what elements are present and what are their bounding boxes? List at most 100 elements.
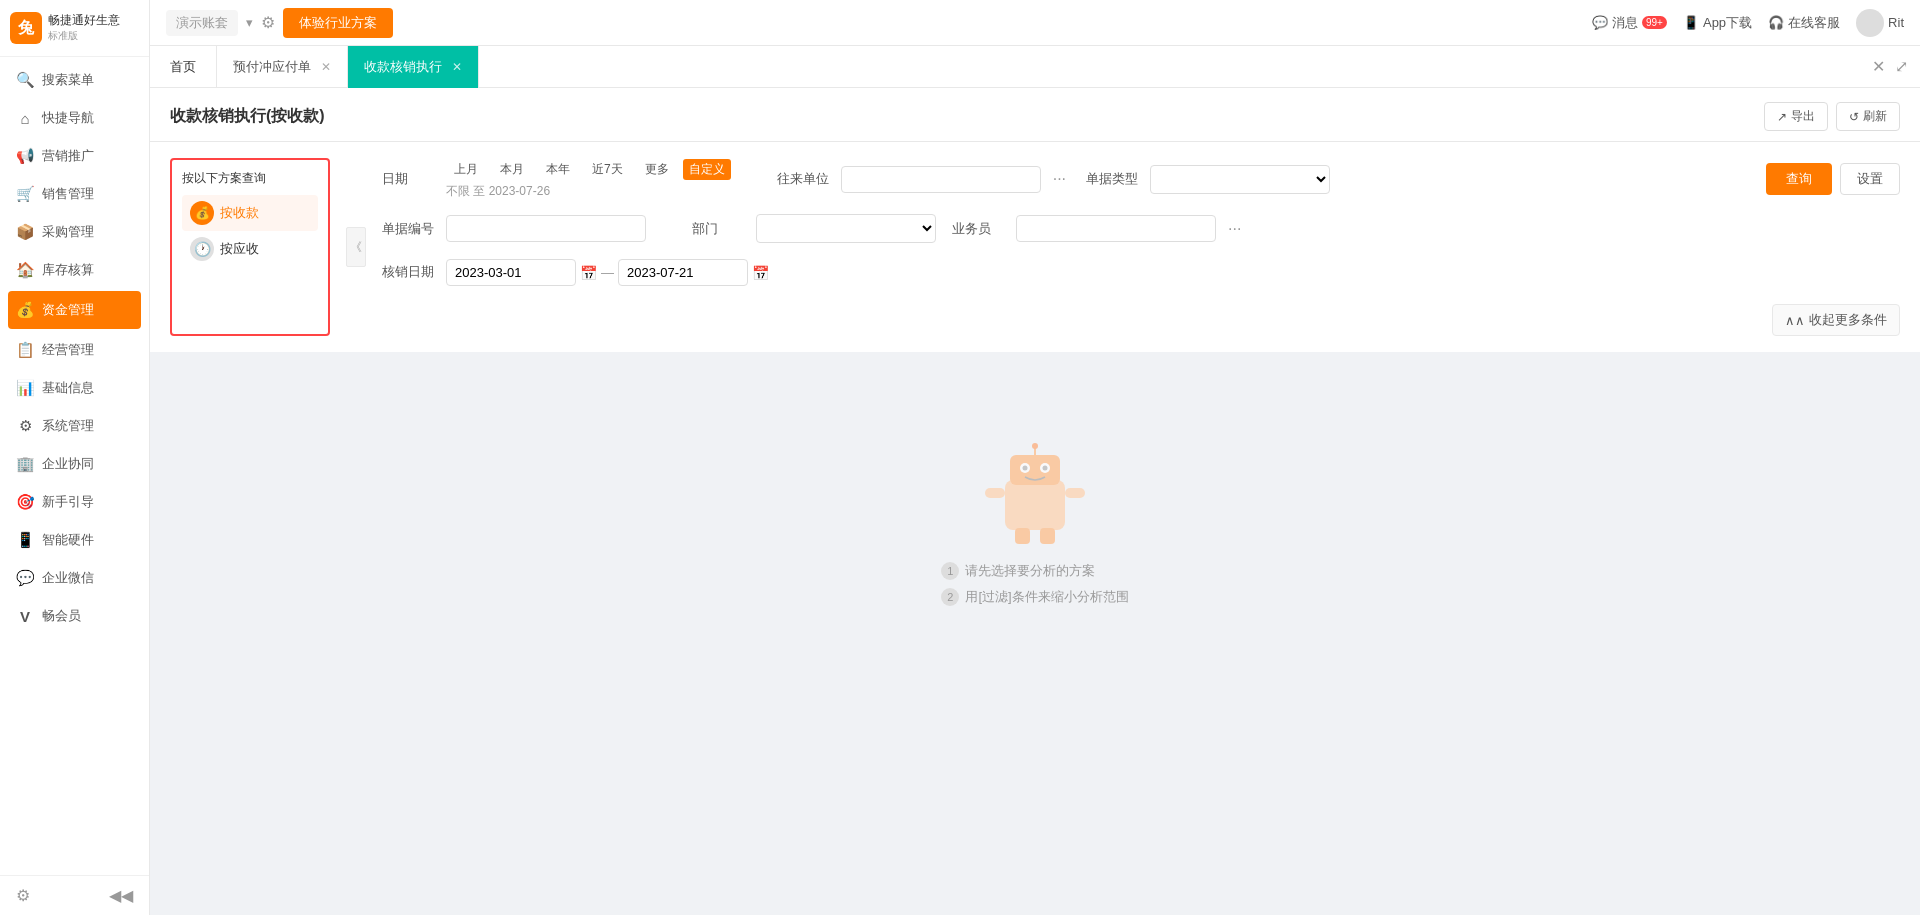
date-more[interactable]: 更多: [637, 158, 677, 181]
system-icon: ⚙: [16, 417, 34, 435]
tab-prepaid[interactable]: 预付冲应付单 ✕: [217, 46, 348, 88]
guide-icon: 🎯: [16, 493, 34, 511]
staff-filter-item: 业务员 ···: [952, 215, 1245, 242]
industry-button[interactable]: 体验行业方案: [283, 8, 393, 38]
tabbar: 首页 预付冲应付单 ✕ 收款核销执行 ✕ ✕ ⤢: [150, 46, 1920, 88]
sidebar-item-system[interactable]: ⚙ 系统管理: [0, 407, 149, 445]
message-label: 消息: [1612, 14, 1638, 32]
page-header: 收款核销执行(按收款) ↗ 导出 ↺ 刷新: [150, 88, 1920, 142]
app-name: 畅捷通好生意: [48, 13, 120, 29]
date-custom[interactable]: 自定义: [683, 159, 731, 180]
dept-label: 部门: [692, 220, 748, 238]
empty-step-1: 1 请先选择要分析的方案: [941, 562, 1128, 580]
filter-row-2: 单据编号 部门 业务员 ···: [382, 214, 1900, 243]
tab-writeoff-close[interactable]: ✕: [452, 60, 462, 74]
quick-nav-icon: ⌂: [16, 110, 34, 127]
voucher-type-select[interactable]: [1150, 165, 1330, 194]
tab-prepaid-label: 预付冲应付单: [233, 58, 311, 76]
export-button[interactable]: ↗ 导出: [1764, 102, 1828, 131]
footer-collapse-icon[interactable]: ◀◀: [109, 886, 133, 905]
svg-point-4: [1023, 466, 1028, 471]
message-badge: 99+: [1642, 16, 1667, 29]
sidebar-item-guide[interactable]: 🎯 新手引导: [0, 483, 149, 521]
filter-area: 按以下方案查询 💰 按收款 🕐 按应收 《 日期: [150, 142, 1920, 352]
date-dash: —: [601, 265, 614, 280]
filter-option-by-receivable[interactable]: 🕐 按应收: [182, 231, 318, 267]
sidebar-item-purchase[interactable]: 📦 采购管理: [0, 213, 149, 251]
partner-input[interactable]: [841, 166, 1041, 193]
empty-state: 1 请先选择要分析的方案 2 用[过滤]条件来缩小分析范围: [150, 360, 1920, 686]
staff-input[interactable]: [1016, 215, 1216, 242]
sidebar-item-finance[interactable]: 💰 资金管理: [8, 291, 141, 329]
sidebar-item-quick-nav[interactable]: ⌂ 快捷导航: [0, 99, 149, 137]
sidebar-item-search-menu[interactable]: 🔍 搜索菜单: [0, 61, 149, 99]
partner-more-icon[interactable]: ···: [1049, 170, 1070, 188]
online-service-label: 在线客服: [1788, 14, 1840, 32]
sidebar-item-label: 企业协同: [42, 455, 94, 473]
settings-button[interactable]: 设置: [1840, 163, 1900, 195]
app-download-label: App下载: [1703, 14, 1752, 32]
date-label: 日期: [382, 170, 438, 188]
more-conditions-label: 收起更多条件: [1809, 311, 1887, 329]
svg-rect-11: [1040, 528, 1055, 544]
filter-option-by-receipt[interactable]: 💰 按收款: [182, 195, 318, 231]
sidebar-item-operations[interactable]: 📋 经营管理: [0, 331, 149, 369]
by-receipt-icon: 💰: [190, 201, 214, 225]
voucher-no-input[interactable]: [446, 215, 646, 242]
wechat-icon: 💬: [16, 569, 34, 587]
topbar: 演示账套 ▾ ⚙ 体验行业方案 💬 消息 99+ 📱 App下载 🎧 在线客服 …: [150, 0, 1920, 46]
sidebar: 兔 畅捷通好生意 标准版 🔍 搜索菜单 ⌂ 快捷导航 📢 营销推广 🛒 销售管理…: [0, 0, 150, 915]
company-dropdown-icon[interactable]: ▾: [246, 15, 253, 30]
date-this-month[interactable]: 本月: [492, 158, 532, 181]
sidebar-item-wechat[interactable]: 💬 企业微信: [0, 559, 149, 597]
main-content: 演示账套 ▾ ⚙ 体验行业方案 💬 消息 99+ 📱 App下载 🎧 在线客服 …: [150, 0, 1920, 915]
tab-writeoff[interactable]: 收款核销执行 ✕: [348, 46, 479, 88]
sidebar-item-label: 资金管理: [42, 301, 94, 319]
refresh-icon: ↺: [1849, 110, 1859, 124]
date-buttons-group: 上月 本月 本年 近7天 更多 自定义: [446, 158, 731, 181]
sidebar-item-label: 经营管理: [42, 341, 94, 359]
more-conditions-toggle[interactable]: ∧∧ 收起更多条件: [1772, 304, 1900, 336]
search-menu-icon: 🔍: [16, 71, 34, 89]
sidebar-item-label: 库存核算: [42, 261, 94, 279]
staff-label: 业务员: [952, 220, 1008, 238]
date-last-month[interactable]: 上月: [446, 158, 486, 181]
online-service-button[interactable]: 🎧 在线客服: [1768, 14, 1840, 32]
sidebar-footer: ⚙ ◀◀: [0, 875, 149, 915]
writeoff-date-end-input[interactable]: [618, 259, 748, 286]
inventory-icon: 🏠: [16, 261, 34, 279]
sidebar-item-vip[interactable]: V 畅会员: [0, 597, 149, 635]
tab-home[interactable]: 首页: [150, 46, 217, 88]
sidebar-item-inventory[interactable]: 🏠 库存核算: [0, 251, 149, 289]
voucher-type-filter-item: 单据类型: [1086, 165, 1330, 194]
tab-prepaid-close[interactable]: ✕: [321, 60, 331, 74]
sidebar-item-hardware[interactable]: 📱 智能硬件: [0, 521, 149, 559]
dept-select[interactable]: [756, 214, 936, 243]
topbar-settings-icon[interactable]: ⚙: [261, 13, 275, 32]
sidebar-item-marketing[interactable]: 📢 营销推广: [0, 137, 149, 175]
collapse-button[interactable]: 《: [346, 227, 366, 267]
tab-close-all-icon[interactable]: ✕: [1872, 57, 1885, 76]
app-download-button[interactable]: 📱 App下载: [1683, 14, 1752, 32]
sidebar-item-label: 系统管理: [42, 417, 94, 435]
sidebar-item-basic-info[interactable]: 📊 基础信息: [0, 369, 149, 407]
footer-settings-icon[interactable]: ⚙: [16, 886, 30, 905]
date-this-year[interactable]: 本年: [538, 158, 578, 181]
calendar-start-icon[interactable]: 📅: [580, 265, 597, 281]
sidebar-item-sales[interactable]: 🛒 销售管理: [0, 175, 149, 213]
date-7days[interactable]: 近7天: [584, 158, 631, 181]
hardware-icon: 📱: [16, 531, 34, 549]
tab-home-label: 首页: [170, 58, 196, 76]
sidebar-item-enterprise[interactable]: 🏢 企业协同: [0, 445, 149, 483]
date-section: 上月 本月 本年 近7天 更多 自定义 不限 至 2023-07-26: [446, 158, 731, 200]
writeoff-date-label: 核销日期: [382, 263, 438, 281]
search-button[interactable]: 查询: [1766, 163, 1832, 195]
user-name-area[interactable]: Rit: [1856, 9, 1904, 37]
message-button[interactable]: 💬 消息 99+: [1592, 14, 1667, 32]
tab-expand-icon[interactable]: ⤢: [1895, 57, 1908, 76]
operations-icon: 📋: [16, 341, 34, 359]
staff-more-icon[interactable]: ···: [1224, 220, 1245, 238]
writeoff-date-start-input[interactable]: [446, 259, 576, 286]
refresh-button[interactable]: ↺ 刷新: [1836, 102, 1900, 131]
calendar-end-icon[interactable]: 📅: [752, 265, 769, 281]
